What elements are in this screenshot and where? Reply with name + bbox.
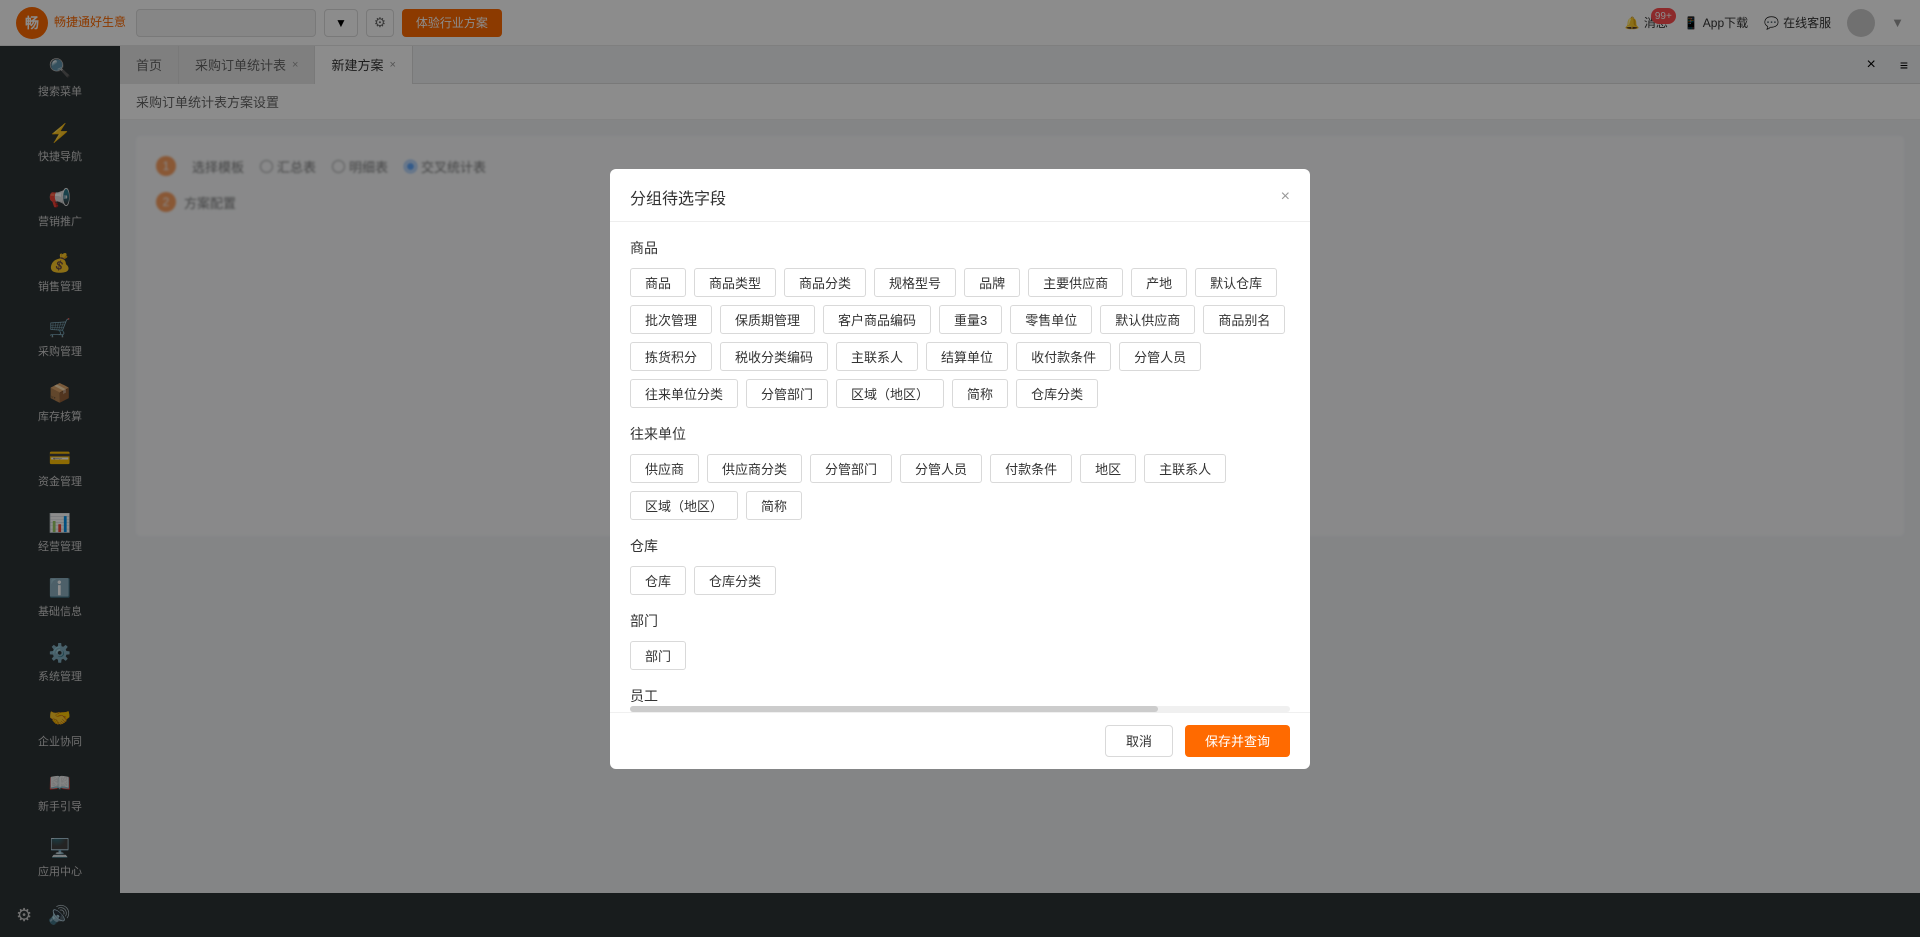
- chip-product-19[interactable]: 收付款条件: [1016, 342, 1111, 371]
- chip-product-1[interactable]: 商品类型: [694, 268, 776, 297]
- chip-product-15[interactable]: 拣货积分: [630, 342, 712, 371]
- chip-product-16[interactable]: 税收分类编码: [720, 342, 828, 371]
- modal-body[interactable]: 商品 商品 商品类型 商品分类 规格型号 品牌 主要供应商 产地 默认仓库 批次…: [610, 222, 1310, 702]
- chip-product-21[interactable]: 往来单位分类: [630, 379, 738, 408]
- chip-product-10[interactable]: 客户商品编码: [823, 305, 931, 334]
- chip-cp-7[interactable]: 区域（地区）: [630, 491, 738, 520]
- section-product-title: 商品: [630, 238, 1290, 258]
- chip-product-23[interactable]: 区域（地区）: [836, 379, 944, 408]
- section-department: 部门 部门: [630, 611, 1290, 670]
- section-warehouse: 仓库 仓库 仓库分类: [630, 536, 1290, 595]
- chip-product-18[interactable]: 结算单位: [926, 342, 1008, 371]
- modal-scrollbar-thumb[interactable]: [630, 706, 1158, 712]
- chip-cp-4[interactable]: 付款条件: [990, 454, 1072, 483]
- section-department-chips: 部门: [630, 641, 1290, 670]
- chip-cp-1[interactable]: 供应商分类: [707, 454, 802, 483]
- chip-product-7[interactable]: 默认仓库: [1195, 268, 1277, 297]
- chip-product-8[interactable]: 批次管理: [630, 305, 712, 334]
- field-select-modal: 分组待选字段 × 商品 商品 商品类型 商品分类 规格型号 品牌 主要供应商 产…: [610, 169, 1310, 769]
- chip-product-11[interactable]: 重量3: [939, 305, 1002, 334]
- section-counterpart-title: 往来单位: [630, 424, 1290, 444]
- chip-cp-2[interactable]: 分管部门: [810, 454, 892, 483]
- section-counterpart: 往来单位 供应商 供应商分类 分管部门 分管人员 付款条件 地区 主联系人 区域…: [630, 424, 1290, 520]
- modal-close-btn[interactable]: ×: [1281, 188, 1290, 206]
- save-query-button[interactable]: 保存并查询: [1185, 725, 1290, 757]
- section-product: 商品 商品 商品类型 商品分类 规格型号 品牌 主要供应商 产地 默认仓库 批次…: [630, 238, 1290, 408]
- section-product-chips: 商品 商品类型 商品分类 规格型号 品牌 主要供应商 产地 默认仓库 批次管理 …: [630, 268, 1290, 408]
- chip-cp-5[interactable]: 地区: [1080, 454, 1136, 483]
- chip-wh-1[interactable]: 仓库分类: [694, 566, 776, 595]
- modal-footer: 取消 保存并查询: [610, 712, 1310, 769]
- chip-product-17[interactable]: 主联系人: [836, 342, 918, 371]
- chip-product-14[interactable]: 商品别名: [1203, 305, 1285, 334]
- modal-overlay: 分组待选字段 × 商品 商品 商品类型 商品分类 规格型号 品牌 主要供应商 产…: [0, 0, 1920, 937]
- chip-cp-0[interactable]: 供应商: [630, 454, 699, 483]
- chip-product-13[interactable]: 默认供应商: [1100, 305, 1195, 334]
- section-employee-title: 员工: [630, 686, 1290, 702]
- section-department-title: 部门: [630, 611, 1290, 631]
- chip-wh-0[interactable]: 仓库: [630, 566, 686, 595]
- chip-product-22[interactable]: 分管部门: [746, 379, 828, 408]
- chip-product-24[interactable]: 简称: [952, 379, 1008, 408]
- chip-cp-3[interactable]: 分管人员: [900, 454, 982, 483]
- chip-dept-0[interactable]: 部门: [630, 641, 686, 670]
- chip-product-5[interactable]: 主要供应商: [1028, 268, 1123, 297]
- chip-product-2[interactable]: 商品分类: [784, 268, 866, 297]
- chip-product-9[interactable]: 保质期管理: [720, 305, 815, 334]
- chip-product-0[interactable]: 商品: [630, 268, 686, 297]
- section-counterpart-chips: 供应商 供应商分类 分管部门 分管人员 付款条件 地区 主联系人 区域（地区） …: [630, 454, 1290, 520]
- section-warehouse-title: 仓库: [630, 536, 1290, 556]
- section-warehouse-chips: 仓库 仓库分类: [630, 566, 1290, 595]
- chip-product-3[interactable]: 规格型号: [874, 268, 956, 297]
- modal-title: 分组待选字段: [630, 185, 726, 209]
- chip-cp-8[interactable]: 简称: [746, 491, 802, 520]
- chip-product-4[interactable]: 品牌: [964, 268, 1020, 297]
- section-employee: 员工 业务员: [630, 686, 1290, 702]
- cancel-button[interactable]: 取消: [1105, 725, 1173, 757]
- chip-product-25[interactable]: 仓库分类: [1016, 379, 1098, 408]
- chip-product-6[interactable]: 产地: [1131, 268, 1187, 297]
- chip-cp-6[interactable]: 主联系人: [1144, 454, 1226, 483]
- chip-product-12[interactable]: 零售单位: [1010, 305, 1092, 334]
- chip-product-20[interactable]: 分管人员: [1119, 342, 1201, 371]
- modal-header: 分组待选字段 ×: [610, 169, 1310, 222]
